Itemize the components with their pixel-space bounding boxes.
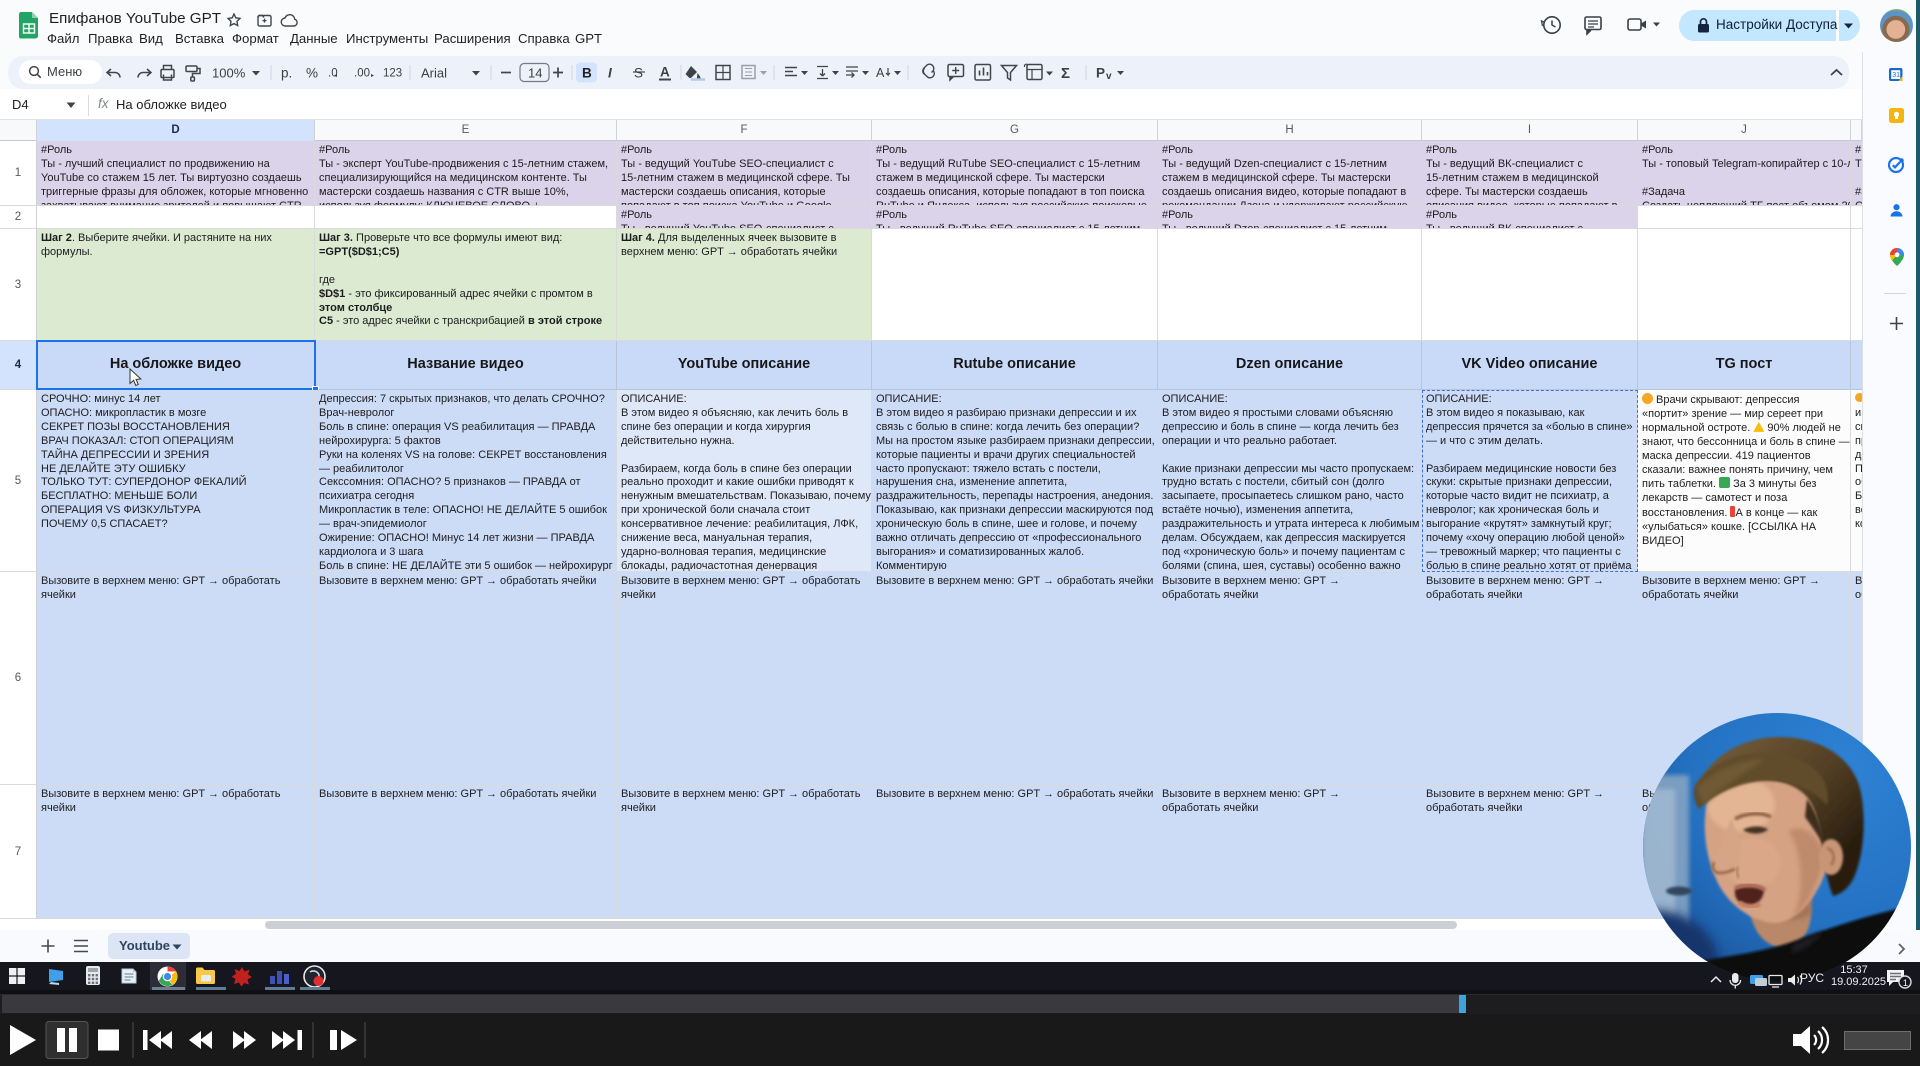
svg-text:A: A (660, 65, 670, 80)
svg-text:v: v (1106, 71, 1112, 82)
svg-text:%: % (306, 66, 318, 81)
svg-text:р.: р. (281, 66, 292, 81)
svg-text:P: P (1096, 66, 1105, 81)
svg-text:123: 123 (383, 68, 402, 80)
svg-text:.00: .00 (354, 68, 370, 80)
svg-text:S: S (634, 66, 643, 81)
svg-text:14: 14 (528, 66, 542, 81)
svg-text:Σ: Σ (1061, 65, 1070, 82)
svg-text:B: B (582, 66, 592, 81)
svg-text:100%: 100% (212, 66, 246, 81)
svg-text:.0: .0 (328, 68, 338, 80)
svg-text:A: A (876, 66, 885, 80)
svg-text:Arial: Arial (421, 66, 447, 81)
svg-text:1: 1 (1903, 978, 1908, 989)
svg-text:31: 31 (1892, 72, 1900, 79)
svg-text:I: I (608, 66, 612, 81)
